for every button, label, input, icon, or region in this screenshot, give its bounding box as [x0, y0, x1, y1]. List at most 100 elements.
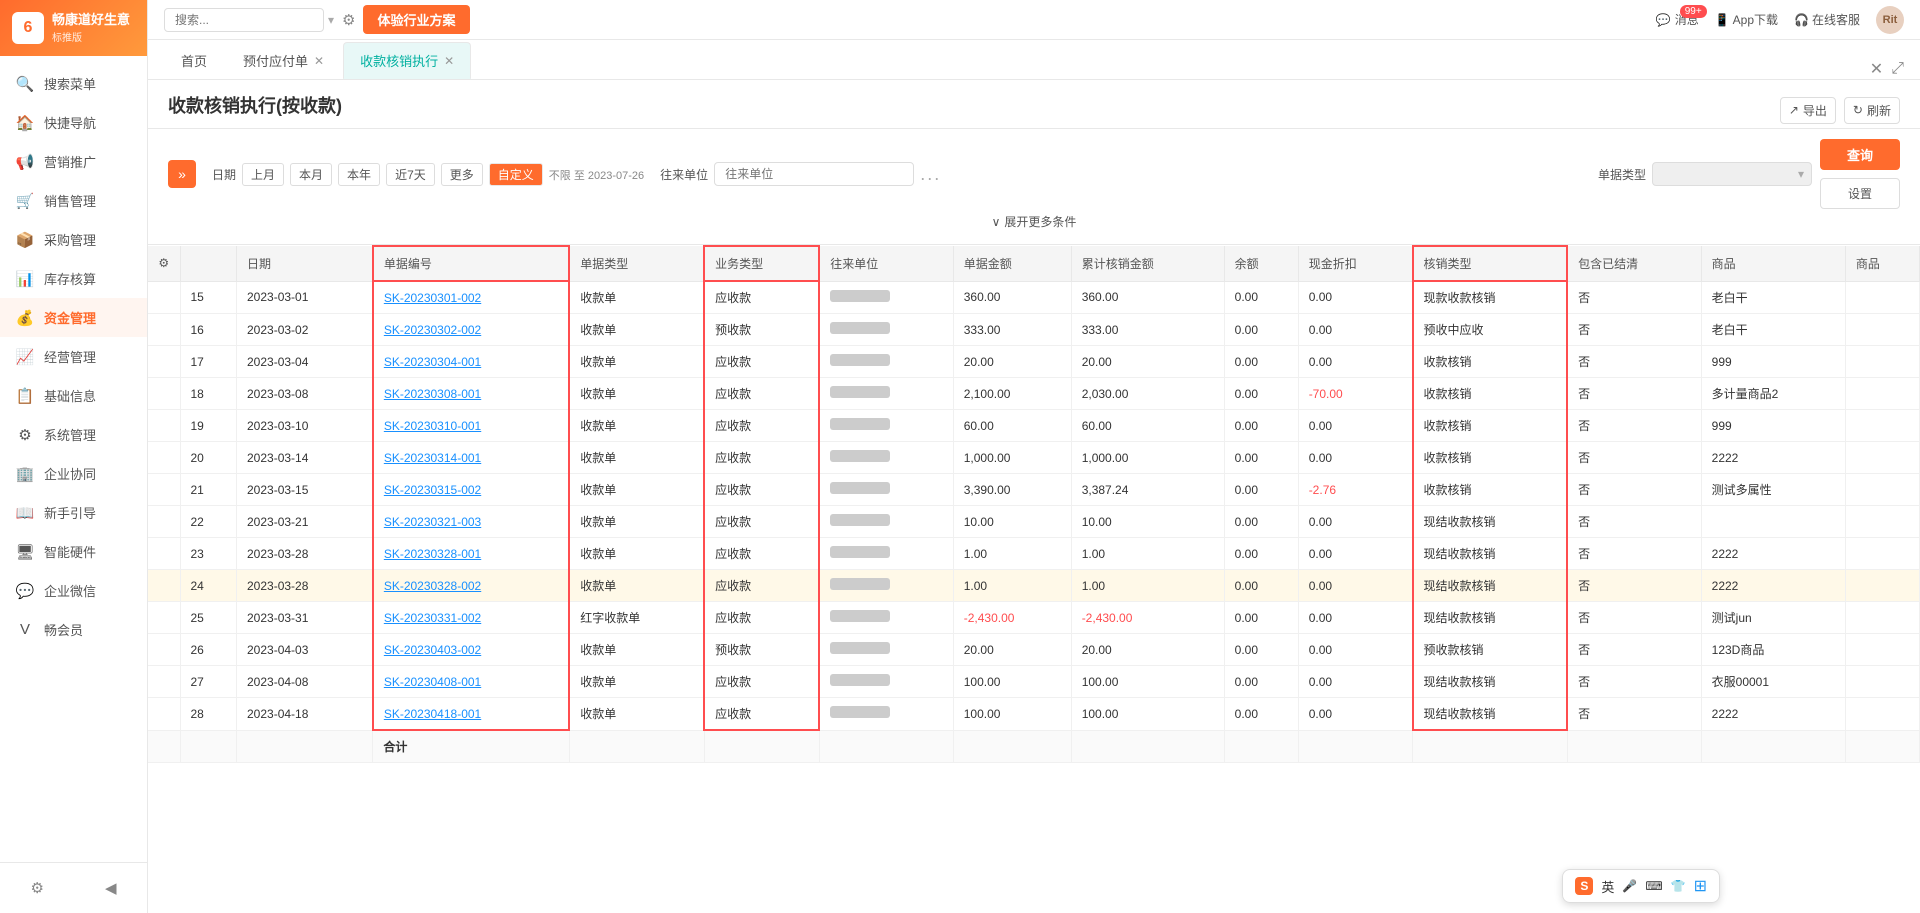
- docno-link-21[interactable]: SK-20230315-002: [384, 483, 481, 497]
- tab-home[interactable]: 首页: [164, 42, 224, 79]
- tab-expand-icon[interactable]: ⤢: [1891, 60, 1904, 78]
- query-btn[interactable]: 查询: [1820, 139, 1900, 170]
- cell-docno-22: SK-20230321-003: [373, 506, 569, 538]
- sidebar-item-basic[interactable]: 📋基础信息: [0, 376, 147, 415]
- breadcrumb-search-input[interactable]: [164, 8, 324, 32]
- docno-link-26[interactable]: SK-20230403-002: [384, 643, 481, 657]
- sidebar-item-marketing[interactable]: 📢营销推广: [0, 142, 147, 181]
- table-row: 17 2023-03-04 SK-20230304-001 收款单 应收款 20…: [148, 346, 1920, 378]
- cell-product2-16: [1845, 314, 1919, 346]
- refresh-btn[interactable]: ↻ 刷新: [1844, 97, 1900, 124]
- date-btn-last-7[interactable]: 近7天: [386, 163, 435, 186]
- cell-accum-22: 10.00: [1071, 506, 1224, 538]
- search-icon: 🔍: [16, 75, 34, 93]
- cell-balance-15: 0.00: [1224, 281, 1298, 314]
- docno-link-17[interactable]: SK-20230304-001: [384, 355, 481, 369]
- headset-icon: 🎧: [1794, 13, 1809, 27]
- date-btn-this-month[interactable]: 本月: [290, 163, 332, 186]
- docno-link-25[interactable]: SK-20230331-002: [384, 611, 481, 625]
- docno-link-22[interactable]: SK-20230321-003: [384, 515, 481, 529]
- table-row: 27 2023-04-08 SK-20230408-001 收款单 应收款 10…: [148, 666, 1920, 698]
- filter-settings-btn[interactable]: 设置: [1820, 178, 1900, 209]
- cell-date-27: 2023-04-08: [237, 666, 373, 698]
- cell-amount-28: 100.00: [953, 698, 1071, 731]
- docno-link-16[interactable]: SK-20230302-002: [384, 323, 481, 337]
- cell-discount-22: 0.00: [1298, 506, 1412, 538]
- col-docno-header: 单据编号: [373, 246, 569, 281]
- tab-prepay[interactable]: 预付应付单✕: [226, 42, 341, 79]
- col-settings-header[interactable]: ⚙: [148, 246, 180, 281]
- tab-close-all-icon[interactable]: ✕: [1870, 59, 1883, 79]
- avatar[interactable]: Rit: [1876, 6, 1904, 34]
- filter-expand-btn[interactable]: ∨ 展开更多条件: [992, 213, 1077, 230]
- cell-product1-19: 999: [1701, 410, 1845, 442]
- tab-close-collection[interactable]: ✕: [444, 54, 454, 68]
- doc-type-filter-select[interactable]: [1652, 162, 1812, 186]
- docno-link-20[interactable]: SK-20230314-001: [384, 451, 481, 465]
- sidebar-item-member[interactable]: V畅会员: [0, 610, 147, 649]
- docno-link-24[interactable]: SK-20230328-002: [384, 579, 481, 593]
- main-table: ⚙ 日期 单据编号 单据类型 业务类型 往来单位 单据金额 累计核销金额 余额 …: [148, 245, 1920, 763]
- export-btn[interactable]: ↗ 导出: [1780, 97, 1836, 124]
- sidebar-item-inventory[interactable]: 📊库存核算: [0, 259, 147, 298]
- table-footer-row: 合计: [148, 730, 1920, 763]
- date-btn-this-year[interactable]: 本年: [338, 163, 380, 186]
- cell-doctype-16: 收款单: [569, 314, 704, 346]
- online-service-btn[interactable]: 🎧 在线客服: [1794, 11, 1860, 28]
- cell-partner-15: [819, 281, 953, 314]
- date-btn-more[interactable]: 更多: [441, 163, 483, 186]
- filter-collapse-btn[interactable]: »: [168, 160, 196, 188]
- mic-icon[interactable]: 🎤: [1622, 879, 1637, 893]
- sidebar-item-hardware[interactable]: 🖥智能硬件: [0, 532, 147, 571]
- date-btn-last-month[interactable]: 上月: [242, 163, 284, 186]
- header-settings-icon[interactable]: ⚙: [342, 11, 355, 29]
- partner-filter-input[interactable]: [714, 162, 914, 186]
- english-input-icon[interactable]: 英: [1601, 877, 1614, 896]
- shirt-icon[interactable]: 👕: [1671, 879, 1686, 893]
- cell-partner-22: [819, 506, 953, 538]
- app-download-btn[interactable]: 📱 App下载: [1715, 11, 1778, 28]
- cell-date-26: 2023-04-03: [237, 634, 373, 666]
- cell-discount-19: 0.00: [1298, 410, 1412, 442]
- sidebar-settings-btn[interactable]: ⚙: [23, 871, 52, 905]
- keyboard-icon[interactable]: ⌨: [1645, 879, 1662, 893]
- cell-doctype-27: 收款单: [569, 666, 704, 698]
- basic-icon: 📋: [16, 387, 34, 405]
- sidebar-item-quick[interactable]: 🏠快捷导航: [0, 103, 147, 142]
- sidebar-collapse-btn[interactable]: ◀: [97, 871, 125, 905]
- message-btn[interactable]: 💬 消息 99+: [1656, 11, 1699, 28]
- tab-close-prepay[interactable]: ✕: [314, 54, 324, 68]
- sidebar-item-purchase[interactable]: 📦采购管理: [0, 220, 147, 259]
- sidebar-item-search[interactable]: 🔍搜索菜单: [0, 64, 147, 103]
- col-partner-header: 往来单位: [819, 246, 953, 281]
- cell-settings-28: [148, 698, 180, 731]
- sidebar-item-enterprise[interactable]: 🏢企业协同: [0, 454, 147, 493]
- industry-btn[interactable]: 体验行业方案: [363, 5, 469, 34]
- cell-biztype-27: 应收款: [704, 666, 819, 698]
- cell-balance-19: 0.00: [1224, 410, 1298, 442]
- date-btn-custom[interactable]: 自定义: [489, 163, 543, 186]
- wechat-icon: 💬: [16, 582, 34, 600]
- sidebar-item-system[interactable]: ⚙系统管理: [0, 415, 147, 454]
- docno-link-27[interactable]: SK-20230408-001: [384, 675, 481, 689]
- cell-docno-17: SK-20230304-001: [373, 346, 569, 378]
- apps-icon[interactable]: ⊞: [1694, 876, 1707, 896]
- docno-link-15[interactable]: SK-20230301-002: [384, 291, 481, 305]
- sidebar-item-finance[interactable]: 💰资金管理: [0, 298, 147, 337]
- docno-link-18[interactable]: SK-20230308-001: [384, 387, 481, 401]
- sidebar-item-operation[interactable]: 📈经营管理: [0, 337, 147, 376]
- cell-settled-27: 否: [1567, 666, 1701, 698]
- cell-docno-26: SK-20230403-002: [373, 634, 569, 666]
- docno-link-28[interactable]: SK-20230418-001: [384, 707, 481, 721]
- cell-canceltype-26: 预收款核销: [1413, 634, 1568, 666]
- tab-label-home: 首页: [181, 51, 207, 70]
- sidebar-item-guide[interactable]: 📖新手引导: [0, 493, 147, 532]
- tab-collection[interactable]: 收款核销执行✕: [343, 42, 471, 79]
- sidebar-item-sales[interactable]: 🛒销售管理: [0, 181, 147, 220]
- cell-docno-24: SK-20230328-002: [373, 570, 569, 602]
- cell-canceltype-19: 收款核销: [1413, 410, 1568, 442]
- docno-link-19[interactable]: SK-20230310-001: [384, 419, 481, 433]
- docno-link-23[interactable]: SK-20230328-001: [384, 547, 481, 561]
- sidebar-item-wechat[interactable]: 💬企业微信: [0, 571, 147, 610]
- marketing-icon: 📢: [16, 153, 34, 171]
